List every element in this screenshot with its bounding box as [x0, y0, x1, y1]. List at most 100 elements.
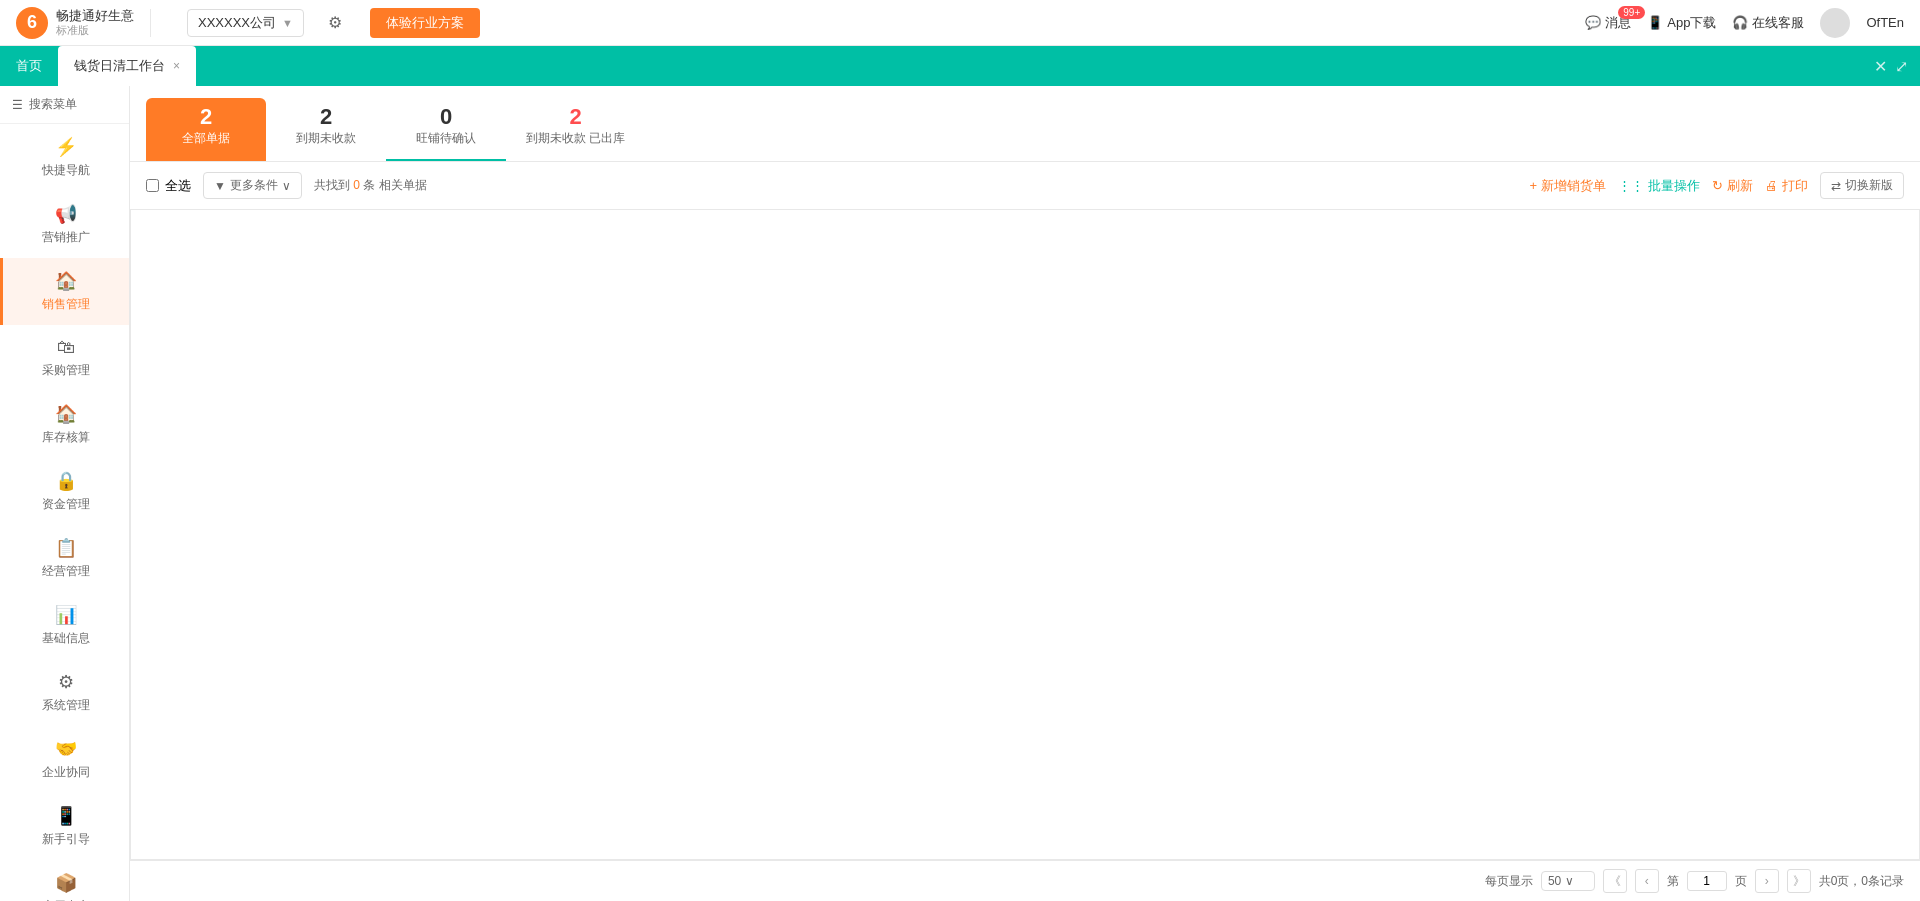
found-count: 0 — [353, 178, 360, 192]
quick-nav-icon: ⚡ — [55, 136, 77, 158]
stats-tab-overdue-unshipped[interactable]: 2 到期未收款 已出库 — [506, 98, 645, 161]
select-all-input[interactable] — [146, 179, 159, 192]
refresh-button[interactable]: ↻ 刷新 — [1712, 177, 1753, 195]
notification-area[interactable]: 💬 消息 99+ — [1585, 14, 1631, 32]
stats-tabs: 2 全部单据 2 到期未收款 0 旺铺待确认 2 到期未收款 已出库 — [130, 86, 1920, 162]
finance-label: 资金管理 — [42, 496, 90, 513]
header-right: 💬 消息 99+ 📱 App下载 🎧 在线客服 OfTEn — [1585, 8, 1904, 38]
sidebar-item-marketing[interactable]: 📢 营销推广 — [0, 191, 129, 258]
content-area: 2 全部单据 2 到期未收款 0 旺铺待确认 2 到期未收款 已出库 全选 — [130, 86, 1920, 901]
app-version: 标准版 — [56, 24, 134, 37]
sidebar-item-sales[interactable]: 🏠 销售管理 — [0, 258, 129, 325]
sidebar-search[interactable]: ☰ 搜索菜单 — [0, 86, 129, 124]
page-size-number: 50 — [1548, 874, 1561, 888]
operations-label: 经营管理 — [42, 563, 90, 580]
operations-icon: 📋 — [55, 537, 77, 559]
search-menu-label: 搜索菜单 — [29, 96, 77, 113]
sidebar-item-quick-nav[interactable]: ⚡ 快捷导航 — [0, 124, 129, 191]
system-icon: ⚙ — [58, 671, 74, 693]
notification-icon: 💬 — [1585, 15, 1601, 30]
enterprise-icon: 🤝 — [55, 738, 77, 760]
toolbar-right: + 新增销货单 ⋮⋮ 批量操作 ↻ 刷新 🖨 打印 ⇄ 切换新版 — [1529, 172, 1904, 199]
app-center-icon: 📦 — [55, 872, 77, 894]
app-download-label: App下载 — [1667, 14, 1716, 32]
guide-label: 新手引导 — [42, 831, 90, 848]
batch-icon: ⋮⋮ — [1618, 178, 1644, 193]
tab-close-button[interactable]: × — [173, 59, 180, 73]
prev-page-button[interactable]: ‹ — [1635, 869, 1659, 893]
tab-workbench[interactable]: 钱货日清工作台 × — [58, 46, 196, 86]
sidebar-item-enterprise[interactable]: 🤝 企业协同 — [0, 726, 129, 793]
more-filter-button[interactable]: ▼ 更多条件 ∨ — [203, 172, 302, 199]
online-service-button[interactable]: 🎧 在线客服 — [1732, 14, 1804, 32]
company-dropdown-arrow: ▼ — [282, 17, 293, 29]
batch-operation-button[interactable]: ⋮⋮ 批量操作 — [1618, 177, 1700, 195]
table-area — [130, 210, 1920, 860]
guide-icon: 📱 — [55, 805, 77, 827]
stats-tab-all[interactable]: 2 全部单据 — [146, 98, 266, 161]
top-header: 6 畅捷通好生意 标准版 XXXXXX公司 ▼ ⚙ 体验行业方案 💬 消息 99… — [0, 0, 1920, 46]
logo-divider — [150, 9, 151, 37]
sidebar-item-purchase[interactable]: 🛍 采购管理 — [0, 325, 129, 391]
stats-tab-overdue-count: 2 — [320, 106, 332, 128]
tab-minimize-button[interactable]: ✕ — [1874, 57, 1887, 76]
app-name-area: 畅捷通好生意 标准版 — [56, 8, 134, 37]
app-logo: 6 — [16, 7, 48, 39]
sidebar-item-app-center[interactable]: 📦 应用中心 — [0, 860, 129, 901]
next-page-icon: › — [1765, 874, 1769, 888]
first-page-icon: 《 — [1609, 873, 1621, 890]
next-page-button[interactable]: › — [1755, 869, 1779, 893]
tab-expand-button[interactable]: ⤢ — [1895, 57, 1908, 76]
total-label: 共0页，0条记录 — [1819, 873, 1904, 890]
found-unit: 条 相关单据 — [363, 178, 426, 192]
company-selector[interactable]: XXXXXX公司 ▼ — [187, 9, 304, 37]
tab-home[interactable]: 首页 — [0, 46, 58, 86]
stats-tab-unshipped-count: 2 — [570, 106, 582, 128]
print-button[interactable]: 🖨 打印 — [1765, 177, 1808, 195]
sidebar-item-inventory[interactable]: 🏠 库存核算 — [0, 391, 129, 458]
select-all-checkbox[interactable]: 全选 — [146, 177, 191, 195]
sidebar-item-system[interactable]: ⚙ 系统管理 — [0, 659, 129, 726]
add-label: 新增销货单 — [1541, 177, 1606, 195]
select-all-label: 全选 — [165, 177, 191, 195]
logo-area: 6 畅捷通好生意 标准版 XXXXXX公司 ▼ ⚙ 体验行业方案 — [16, 7, 480, 39]
settings-button[interactable]: ⚙ — [320, 8, 350, 38]
add-icon: + — [1529, 178, 1537, 193]
stats-tab-unshipped-label: 到期未收款 已出库 — [526, 130, 625, 147]
sales-label: 销售管理 — [42, 296, 90, 313]
current-page-input[interactable] — [1687, 871, 1727, 891]
company-name: XXXXXX公司 — [198, 14, 276, 32]
user-avatar[interactable] — [1820, 8, 1850, 38]
finance-icon: 🔒 — [55, 470, 77, 492]
purchase-label: 采购管理 — [42, 362, 90, 379]
last-page-button[interactable]: 》 — [1787, 869, 1811, 893]
sidebar-item-guide[interactable]: 📱 新手引导 — [0, 793, 129, 860]
page-di-label: 第 — [1667, 873, 1679, 890]
found-prefix: 共找到 — [314, 178, 350, 192]
main-layout: ☰ 搜索菜单 ⚡ 快捷导航 📢 营销推广 🏠 销售管理 🛍 采购管理 🏠 库存核… — [0, 86, 1920, 901]
stats-tab-wangpu-label: 旺铺待确认 — [416, 130, 476, 147]
page-size-selector[interactable]: 50 ∨ — [1541, 871, 1595, 891]
page-size-value[interactable]: 50 ∨ — [1541, 871, 1595, 891]
switch-label: 切换新版 — [1845, 177, 1893, 194]
stats-tab-all-label: 全部单据 — [182, 130, 230, 147]
sidebar: ☰ 搜索菜单 ⚡ 快捷导航 📢 营销推广 🏠 销售管理 🛍 采购管理 🏠 库存核… — [0, 86, 130, 901]
search-icon: ☰ — [12, 98, 23, 112]
page-ye-label: 页 — [1735, 873, 1747, 890]
stats-tab-wangpu[interactable]: 0 旺铺待确认 — [386, 98, 506, 161]
experience-button[interactable]: 体验行业方案 — [370, 8, 480, 38]
filter-label: 更多条件 — [230, 177, 278, 194]
app-download-button[interactable]: 📱 App下载 — [1647, 14, 1716, 32]
sidebar-item-operations[interactable]: 📋 经营管理 — [0, 525, 129, 592]
tab-workbench-label: 钱货日清工作台 — [74, 57, 165, 75]
add-sales-order-button[interactable]: + 新增销货单 — [1529, 177, 1606, 195]
filter-icon: ▼ — [214, 179, 226, 193]
last-page-icon: 》 — [1793, 873, 1805, 890]
switch-version-button[interactable]: ⇄ 切换新版 — [1820, 172, 1904, 199]
switch-icon: ⇄ — [1831, 179, 1841, 193]
first-page-button[interactable]: 《 — [1603, 869, 1627, 893]
stats-tab-overdue-unpaid[interactable]: 2 到期未收款 — [266, 98, 386, 161]
sidebar-item-finance[interactable]: 🔒 资金管理 — [0, 458, 129, 525]
per-page-label: 每页显示 — [1485, 873, 1533, 890]
sidebar-item-basic-info[interactable]: 📊 基础信息 — [0, 592, 129, 659]
